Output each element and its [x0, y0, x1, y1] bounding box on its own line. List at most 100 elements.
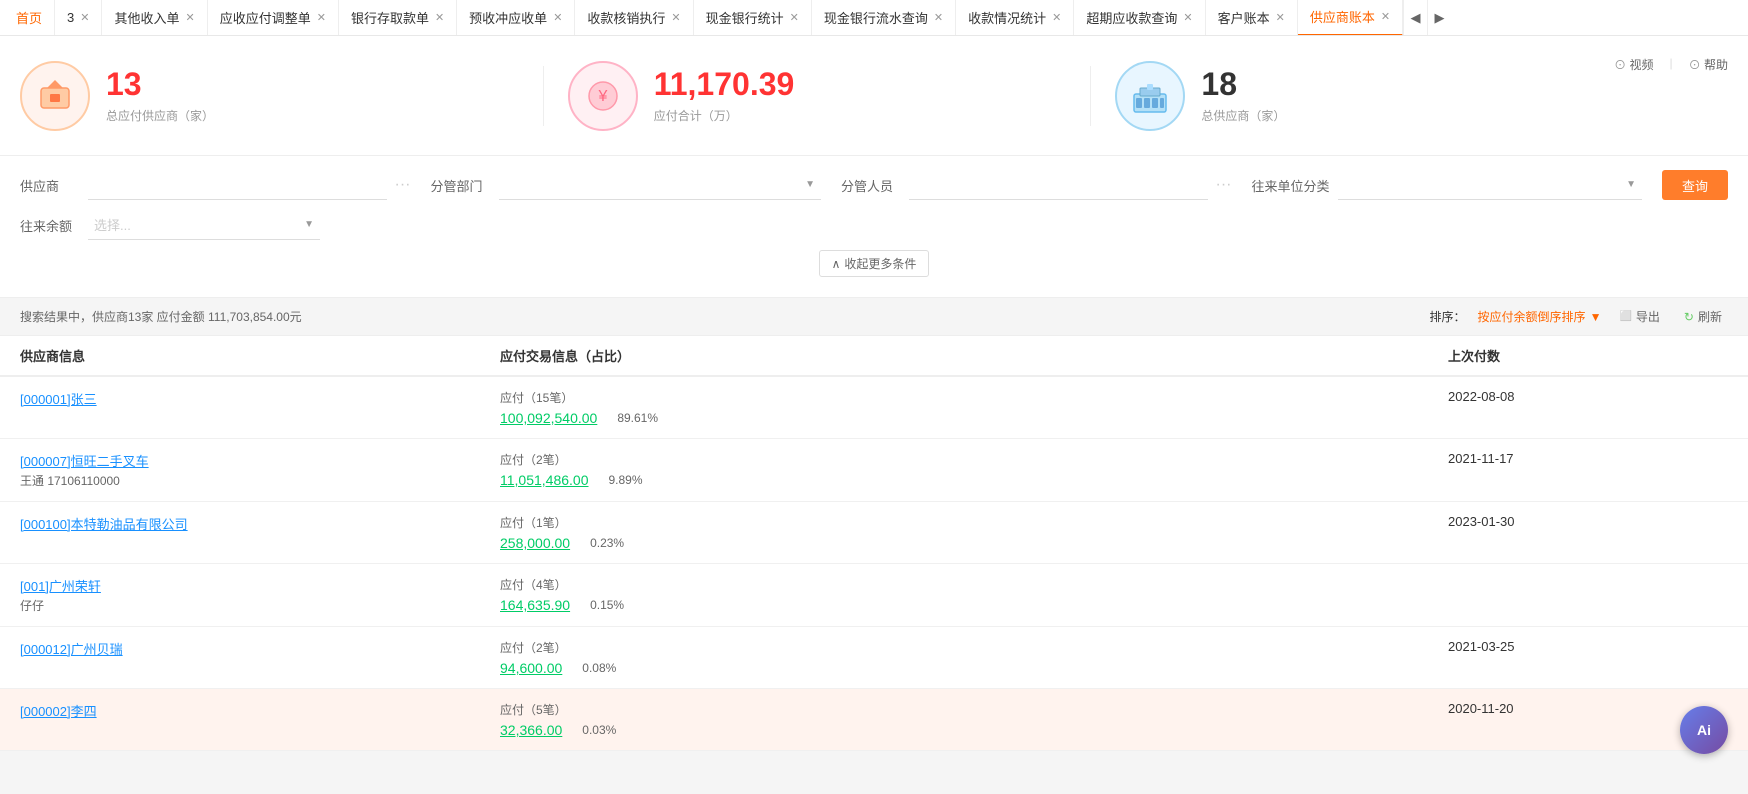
stat-icon-3: [1115, 61, 1185, 131]
supplier-dots[interactable]: ···: [395, 176, 411, 194]
stat1-label: 总应付供应商（家）: [106, 107, 214, 124]
nav-tab-overdue[interactable]: 超期应收款查询 ✕: [1074, 0, 1205, 36]
supplier-link-2[interactable]: [000007]恒旺二手叉车: [20, 451, 500, 470]
video-link[interactable]: ⊙ 视频: [1614, 56, 1653, 73]
nav-next-arrow[interactable]: ▶: [1427, 0, 1451, 36]
person-input[interactable]: [909, 170, 1208, 200]
tx-percent-6: 0.03%: [582, 723, 616, 737]
sort-value: 按应付余额倒序排序: [1478, 308, 1586, 325]
nav-tab-cash-flow[interactable]: 现金银行流水查询 ✕: [812, 0, 956, 36]
filter-row-2: 往来余额 选择... ▼: [20, 210, 1728, 240]
tx-cell-6: 应付（5笔） 32,366.00 0.03%: [500, 701, 1448, 738]
tx-label-2: 应付（2笔）: [500, 451, 1448, 468]
nav-tab-collection-stats[interactable]: 收款情况统计 ✕: [956, 0, 1074, 36]
nav-home[interactable]: 首页: [4, 0, 55, 36]
nav-tab-cash-stats[interactable]: 现金银行统计 ✕: [694, 0, 812, 36]
result-bar: 搜索结果中，供应商13家 应付金额 111,703,854.00元 排序： 按应…: [0, 298, 1748, 336]
svg-text:¥: ¥: [597, 88, 607, 105]
nav-tab-other-income[interactable]: 其他收入单 ✕: [102, 0, 207, 36]
nav-tab-bank[interactable]: 银行存取款单 ✕: [339, 0, 457, 36]
tab2-label: 其他收入单: [114, 8, 179, 27]
tab11-close[interactable]: ✕: [1276, 11, 1285, 24]
nav-tab-adjustment[interactable]: 应收应付调整单 ✕: [208, 0, 339, 36]
balance-select[interactable]: 选择... ▼: [88, 210, 320, 240]
tab5-close[interactable]: ✕: [553, 11, 562, 24]
collapse-button[interactable]: ∧ 收起更多条件: [819, 250, 930, 277]
tab10-close[interactable]: ✕: [1183, 11, 1192, 24]
tab6-label: 收款核销执行: [587, 8, 665, 27]
nav-tab-1[interactable]: 3 ✕: [55, 0, 102, 36]
supplier-link-6[interactable]: [000002]李四: [20, 701, 500, 720]
collapse-label: 收起更多条件: [844, 255, 916, 272]
tx-amount-5[interactable]: 94,600.00: [500, 660, 562, 676]
header-stats: 13 总应付供应商（家） ¥ 11,170.39 应付合计（万）: [0, 36, 1748, 156]
nav-tab-supplier-ledger[interactable]: 供应商账本 ✕: [1298, 0, 1403, 36]
supplier-link-5[interactable]: [000012]广州贝瑞: [20, 639, 500, 658]
tx-amount-6[interactable]: 32,366.00: [500, 722, 562, 738]
supplier-cell-1: [000001]张三: [20, 389, 500, 408]
dept-select[interactable]: ▼: [499, 170, 822, 200]
supplier-sub-2: 王通 17106110000: [20, 472, 500, 489]
category-select[interactable]: ▼: [1338, 170, 1642, 200]
table-row: [000100]本特勒油品有限公司 应付（1笔） 258,000.00 0.23…: [0, 502, 1748, 564]
ai-button[interactable]: Ai: [1680, 706, 1728, 754]
tab5-label: 预收冲应收单: [469, 8, 547, 27]
help-link[interactable]: ⊙ 帮助: [1689, 56, 1728, 73]
export-label: 导出: [1636, 308, 1660, 325]
export-button[interactable]: 导出: [1613, 306, 1665, 327]
supplier-sub-4: 仔仔: [20, 597, 500, 614]
sort-arrow-icon: ▼: [1590, 310, 1602, 324]
nav-tab-prepay[interactable]: 预收冲应收单 ✕: [457, 0, 575, 36]
tx-amount-3[interactable]: 258,000.00: [500, 535, 570, 551]
table-header: 供应商信息 应付交易信息（占比） 上次付数: [0, 336, 1748, 377]
tab2-close[interactable]: ✕: [185, 11, 194, 24]
tab12-close[interactable]: ✕: [1381, 10, 1390, 23]
supplier-link-1[interactable]: [000001]张三: [20, 389, 500, 408]
tx-cell-3: 应付（1笔） 258,000.00 0.23%: [500, 514, 1448, 551]
stat-icon-2: ¥: [568, 61, 638, 131]
tab9-close[interactable]: ✕: [1052, 11, 1061, 24]
tx-percent-1: 89.61%: [617, 411, 658, 425]
stat-icon-1: [20, 61, 90, 131]
lastpay-cell-5: 2021-03-25: [1448, 639, 1728, 654]
tx-amount-4[interactable]: 164,635.90: [500, 597, 570, 613]
lastpay-cell-3: 2023-01-30: [1448, 514, 1728, 529]
person-dots[interactable]: ···: [1216, 176, 1232, 194]
supplier-link-3[interactable]: [000100]本特勒油品有限公司: [20, 514, 500, 533]
tx-amount-2[interactable]: 11,051,486.00: [500, 472, 589, 488]
query-button[interactable]: 查询: [1662, 170, 1728, 200]
tab1-close[interactable]: ✕: [80, 11, 89, 24]
tx-row-1: 100,092,540.00 89.61%: [500, 410, 1448, 426]
tab7-close[interactable]: ✕: [790, 11, 799, 24]
stat2-value: 11,170.39: [654, 67, 795, 102]
stat-block-3: 18 总供应商（家）: [1115, 61, 1614, 131]
supplier-input[interactable]: [88, 170, 387, 200]
tx-amount-1[interactable]: 100,092,540.00: [500, 410, 597, 426]
table-row: [000002]李四 应付（5笔） 32,366.00 0.03% 2020-1…: [0, 689, 1748, 751]
tab8-close[interactable]: ✕: [934, 11, 943, 24]
nav-tab-customer-ledger[interactable]: 客户账本 ✕: [1206, 0, 1298, 36]
filter-category: 往来单位分类 ▼: [1252, 170, 1643, 200]
stat3-value: 18: [1201, 67, 1285, 102]
filter-row-1: 供应商 ··· 分管部门 ▼ 分管人员 ··· 往来单位分类 ▼ 查询: [20, 170, 1728, 200]
nav-tab-collection[interactable]: 收款核销执行 ✕: [575, 0, 693, 36]
sort-select[interactable]: 按应付余额倒序排序 ▼: [1478, 308, 1602, 325]
col-tx-header: 应付交易信息（占比）: [500, 346, 1448, 365]
tx-label-6: 应付（5笔）: [500, 701, 1448, 718]
tx-row-4: 164,635.90 0.15%: [500, 597, 1448, 613]
refresh-button[interactable]: 刷新: [1678, 306, 1728, 327]
nav-prev-arrow[interactable]: ◀: [1403, 0, 1427, 36]
table-row: [000001]张三 应付（15笔） 100,092,540.00 89.61%…: [0, 377, 1748, 439]
table-row: [001]广州荣轩 仔仔 应付（4笔） 164,635.90 0.15%: [0, 564, 1748, 627]
tab4-close[interactable]: ✕: [435, 11, 444, 24]
table-row: [000012]广州贝瑞 应付（2笔） 94,600.00 0.08% 2021…: [0, 627, 1748, 689]
tab9-label: 收款情况统计: [968, 8, 1046, 27]
col-lastpay-header: 上次付数: [1448, 346, 1728, 365]
tab6-close[interactable]: ✕: [671, 11, 680, 24]
tab3-close[interactable]: ✕: [317, 11, 326, 24]
result-info: 搜索结果中，供应商13家 应付金额 111,703,854.00元: [20, 308, 302, 325]
supplier-link-4[interactable]: [001]广州荣轩: [20, 576, 500, 595]
tx-label-4: 应付（4笔）: [500, 576, 1448, 593]
divider-1: [543, 66, 544, 126]
tx-percent-5: 0.08%: [582, 661, 616, 675]
